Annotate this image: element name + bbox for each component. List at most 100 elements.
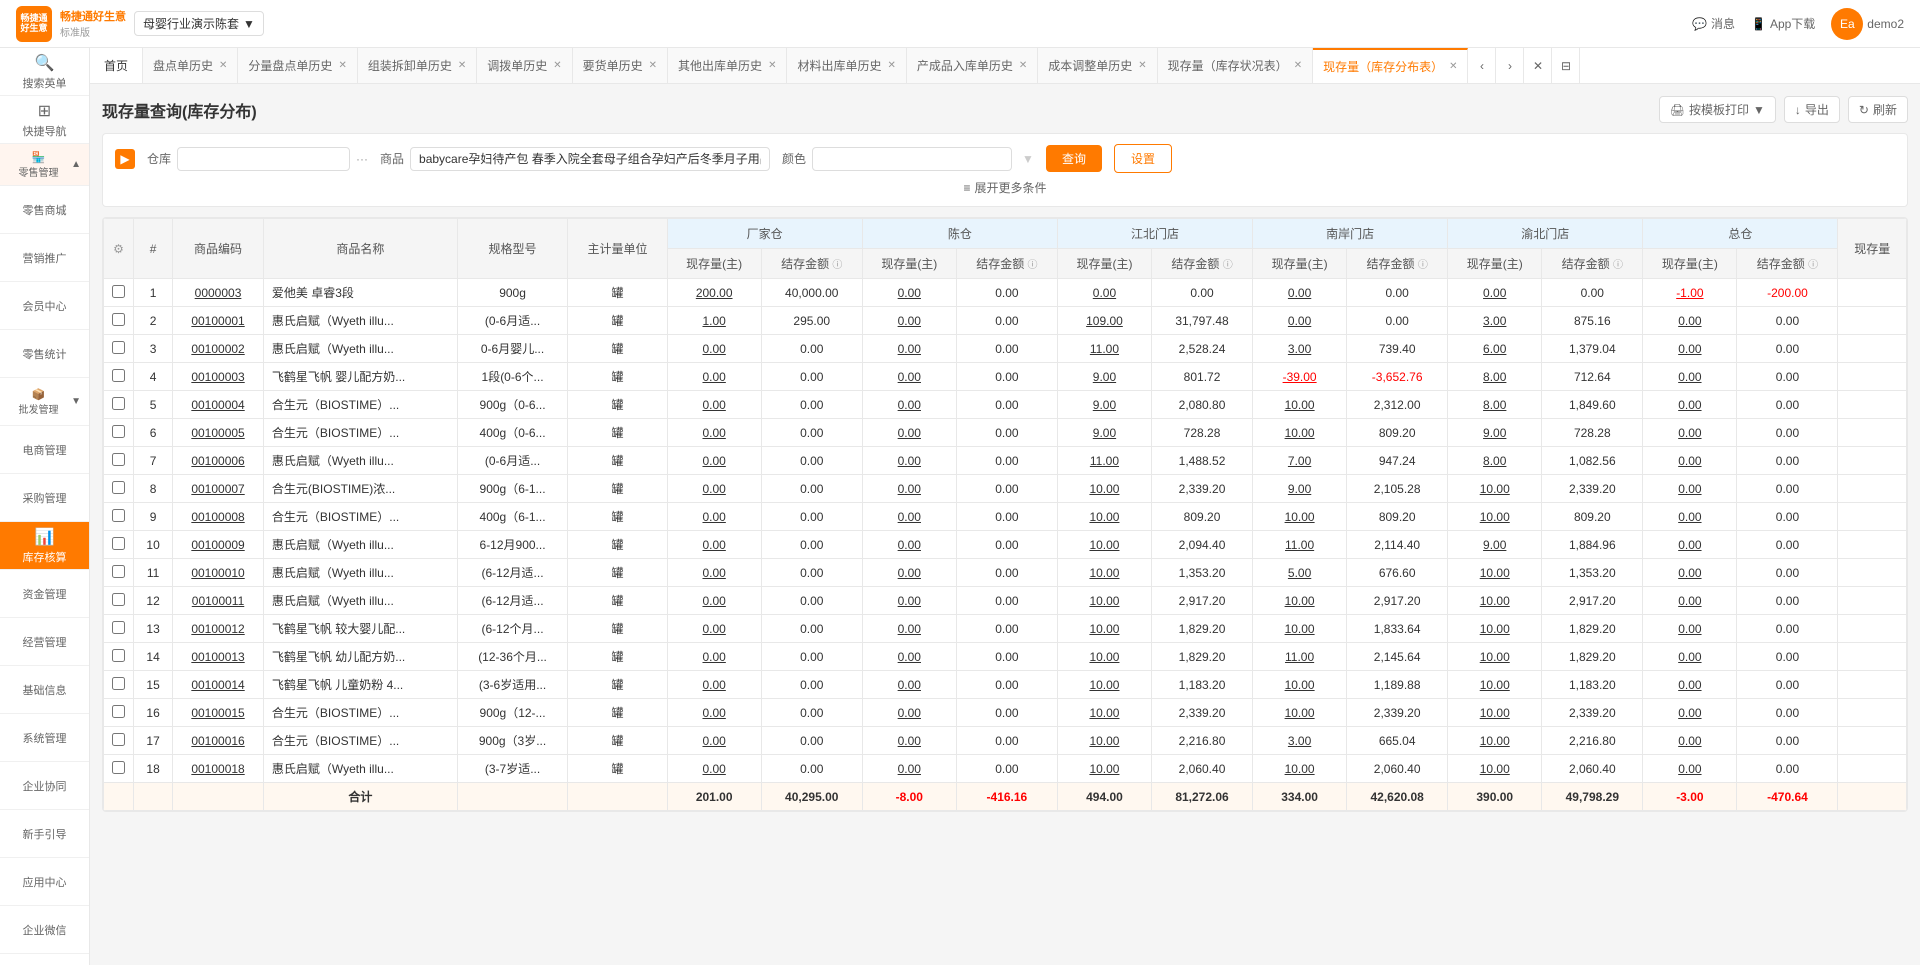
- row-yb-stock[interactable]: 9.00: [1448, 419, 1542, 447]
- tab-cost-adjust[interactable]: 成本调整单历史 ✕: [1038, 48, 1157, 84]
- row-yb-stock[interactable]: 10.00: [1448, 559, 1542, 587]
- sidebar-item-base[interactable]: 基础信息: [0, 666, 89, 714]
- row-yb-stock[interactable]: 8.00: [1448, 363, 1542, 391]
- sidebar-item-system[interactable]: 系统管理: [0, 714, 89, 762]
- row-code[interactable]: 00100003: [173, 363, 264, 391]
- row-checkbox[interactable]: [104, 699, 134, 727]
- row-t-stock[interactable]: 0.00: [1643, 699, 1737, 727]
- row-yb-stock[interactable]: 10.00: [1448, 755, 1542, 783]
- row-c-stock[interactable]: 0.00: [862, 419, 956, 447]
- row-jb-stock[interactable]: 10.00: [1057, 503, 1151, 531]
- row-checkbox[interactable]: [104, 447, 134, 475]
- tab-split-inventory[interactable]: 分量盘点单历史 ✕: [238, 48, 357, 84]
- row-t-stock[interactable]: 0.00: [1643, 475, 1737, 503]
- row-checkbox[interactable]: [104, 643, 134, 671]
- refresh-btn[interactable]: ↻ 刷新: [1848, 96, 1908, 123]
- row-f-stock[interactable]: 1.00: [667, 307, 761, 335]
- row-checkbox[interactable]: [104, 727, 134, 755]
- row-t-stock[interactable]: 0.00: [1643, 307, 1737, 335]
- row-na-stock[interactable]: 10.00: [1253, 503, 1347, 531]
- row-checkbox[interactable]: [104, 531, 134, 559]
- row-na-stock[interactable]: 3.00: [1253, 727, 1347, 755]
- row-c-stock[interactable]: 0.00: [862, 475, 956, 503]
- row-code[interactable]: 00100012: [173, 615, 264, 643]
- row-yb-stock[interactable]: 9.00: [1448, 531, 1542, 559]
- row-yb-stock[interactable]: 10.00: [1448, 587, 1542, 615]
- row-yb-stock[interactable]: 10.00: [1448, 671, 1542, 699]
- row-checkbox[interactable]: [104, 307, 134, 335]
- row-jb-stock[interactable]: 10.00: [1057, 727, 1151, 755]
- row-c-stock[interactable]: 0.00: [862, 615, 956, 643]
- row-c-stock[interactable]: 0.00: [862, 643, 956, 671]
- row-f-stock[interactable]: 0.00: [667, 391, 761, 419]
- app-download-btn[interactable]: 📱 App下载: [1751, 15, 1815, 32]
- row-code[interactable]: 00100018: [173, 755, 264, 783]
- set-btn[interactable]: 设置: [1114, 144, 1172, 173]
- row-jb-stock[interactable]: 109.00: [1057, 307, 1151, 335]
- jb-info-icon[interactable]: ⓘ: [1223, 260, 1233, 271]
- row-f-stock[interactable]: 200.00: [667, 279, 761, 307]
- row-f-stock[interactable]: 0.00: [667, 727, 761, 755]
- tab-close-icon[interactable]: ✕: [1449, 61, 1457, 72]
- na-info-icon[interactable]: ⓘ: [1418, 260, 1428, 271]
- row-jb-stock[interactable]: 11.00: [1057, 335, 1151, 363]
- row-t-stock[interactable]: 0.00: [1643, 643, 1737, 671]
- row-na-stock[interactable]: 3.00: [1253, 335, 1347, 363]
- row-na-stock[interactable]: 5.00: [1253, 559, 1347, 587]
- row-t-stock[interactable]: 0.00: [1643, 419, 1737, 447]
- row-na-stock[interactable]: 10.00: [1253, 671, 1347, 699]
- row-jb-stock[interactable]: 10.00: [1057, 475, 1151, 503]
- row-c-stock[interactable]: 0.00: [862, 363, 956, 391]
- row-checkbox[interactable]: [104, 475, 134, 503]
- sidebar-item-wecom[interactable]: 企业微信: [0, 906, 89, 954]
- row-code[interactable]: 00100014: [173, 671, 264, 699]
- row-yb-stock[interactable]: 6.00: [1448, 335, 1542, 363]
- color-dropdown-icon[interactable]: ▼: [1022, 152, 1034, 166]
- row-jb-stock[interactable]: 11.00: [1057, 447, 1151, 475]
- row-f-stock[interactable]: 0.00: [667, 587, 761, 615]
- row-c-stock[interactable]: 0.00: [862, 391, 956, 419]
- row-jb-stock[interactable]: 10.00: [1057, 587, 1151, 615]
- row-f-stock[interactable]: 0.00: [667, 447, 761, 475]
- row-yb-stock[interactable]: 10.00: [1448, 503, 1542, 531]
- row-checkbox[interactable]: [104, 279, 134, 307]
- row-jb-stock[interactable]: 10.00: [1057, 531, 1151, 559]
- row-f-stock[interactable]: 0.00: [667, 475, 761, 503]
- row-checkbox[interactable]: [104, 587, 134, 615]
- row-f-stock[interactable]: 0.00: [667, 419, 761, 447]
- row-t-stock[interactable]: -1.00: [1643, 279, 1737, 307]
- tab-close-icon[interactable]: ✕: [553, 60, 561, 71]
- row-na-stock[interactable]: 11.00: [1253, 643, 1347, 671]
- row-t-stock[interactable]: 0.00: [1643, 615, 1737, 643]
- row-t-stock[interactable]: 0.00: [1643, 587, 1737, 615]
- row-c-stock[interactable]: 0.00: [862, 279, 956, 307]
- row-f-stock[interactable]: 0.00: [667, 559, 761, 587]
- row-code[interactable]: 00100004: [173, 391, 264, 419]
- row-yb-stock[interactable]: 10.00: [1448, 643, 1542, 671]
- row-f-stock[interactable]: 0.00: [667, 335, 761, 363]
- row-checkbox[interactable]: [104, 335, 134, 363]
- tab-product-in[interactable]: 产成品入库单历史 ✕: [907, 48, 1038, 84]
- row-t-stock[interactable]: 0.00: [1643, 503, 1737, 531]
- row-checkbox[interactable]: [104, 671, 134, 699]
- row-jb-stock[interactable]: 10.00: [1057, 699, 1151, 727]
- expand-conditions-btn[interactable]: ≡ 展开更多条件: [963, 179, 1046, 196]
- goods-input[interactable]: [410, 147, 770, 171]
- tab-close-icon[interactable]: ✕: [1019, 60, 1027, 71]
- row-code[interactable]: 00100016: [173, 727, 264, 755]
- row-code[interactable]: 00100005: [173, 419, 264, 447]
- sidebar-item-purchase[interactable]: 采购管理: [0, 474, 89, 522]
- tab-prev-btn[interactable]: ‹: [1468, 48, 1496, 84]
- tab-transfer[interactable]: 调拨单历史 ✕: [477, 48, 572, 84]
- query-btn[interactable]: 查询: [1046, 145, 1102, 172]
- row-jb-stock[interactable]: 9.00: [1057, 391, 1151, 419]
- row-jb-stock[interactable]: 9.00: [1057, 419, 1151, 447]
- row-checkbox[interactable]: [104, 615, 134, 643]
- sidebar-item-search[interactable]: 🔍 搜索英单: [0, 48, 89, 96]
- row-na-stock[interactable]: 11.00: [1253, 531, 1347, 559]
- row-code[interactable]: 00100001: [173, 307, 264, 335]
- sidebar-item-retail-store[interactable]: 零售商城: [0, 186, 89, 234]
- row-checkbox[interactable]: [104, 419, 134, 447]
- row-na-stock[interactable]: 10.00: [1253, 419, 1347, 447]
- row-jb-stock[interactable]: 10.00: [1057, 615, 1151, 643]
